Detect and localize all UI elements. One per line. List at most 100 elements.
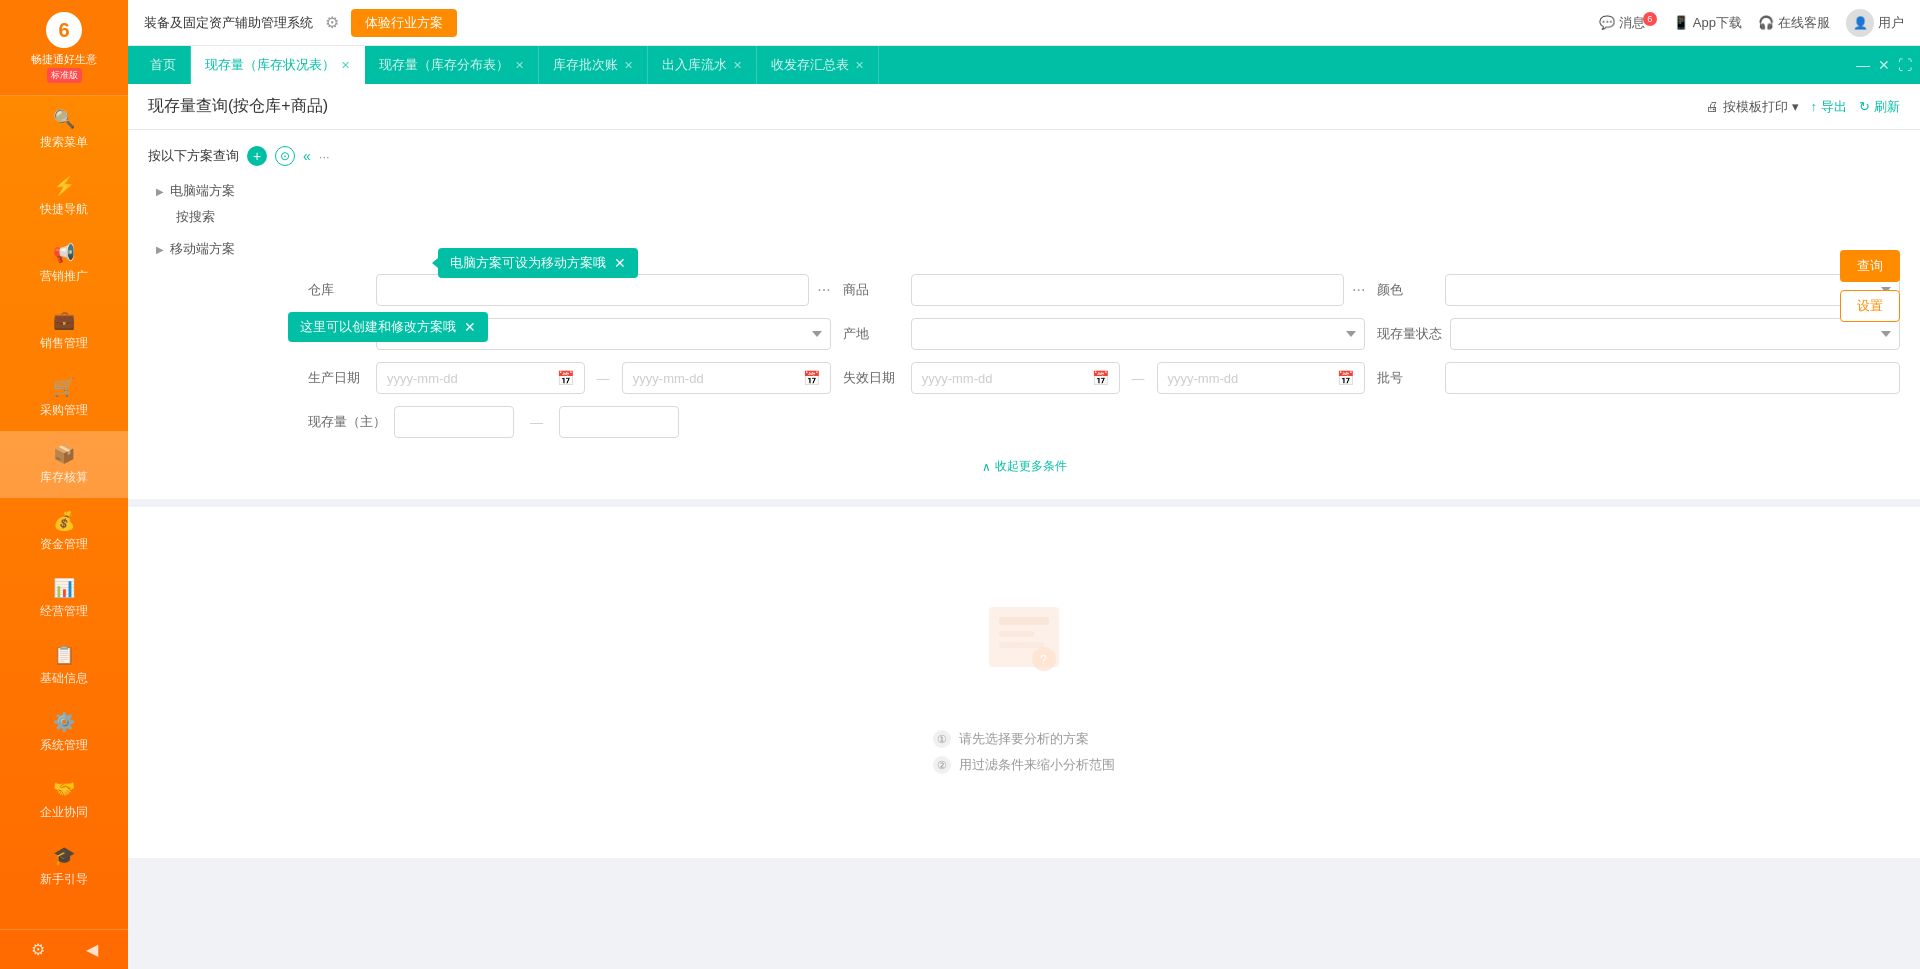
export-btn[interactable]: ↑ 导出: [1811, 98, 1848, 116]
industry-btn[interactable]: 体验行业方案: [351, 9, 457, 37]
tab-summary-close[interactable]: ✕: [855, 59, 864, 72]
refresh-btn[interactable]: ↻ 刷新: [1859, 98, 1900, 116]
online-service-btn[interactable]: 🎧 在线客服: [1758, 14, 1830, 32]
filter-add-btn[interactable]: +: [247, 146, 267, 166]
empty-steps: ① 请先选择要分析的方案 ② 用过滤条件来缩小分析范围: [933, 726, 1115, 778]
sidebar-item-quicknav[interactable]: ⚡ 快捷导航: [0, 163, 128, 230]
scheme-pc[interactable]: ▶ 电脑端方案: [156, 178, 1900, 204]
print-btn[interactable]: 🖨 按模板打印 ▾: [1706, 98, 1799, 116]
filter-group-warehouse: 仓库 ···: [308, 274, 831, 306]
scheme-tooltip-1-close[interactable]: ✕: [614, 255, 626, 271]
phone-icon: 📱: [1673, 15, 1689, 30]
page-actions: 🖨 按模板打印 ▾ ↑ 导出 ↻ 刷新: [1706, 98, 1901, 116]
production-date-input[interactable]: yyyy-mm-dd 📅: [376, 362, 585, 394]
logo-icon: 6: [46, 12, 82, 48]
sidebar-item-search[interactable]: 🔍 搜索菜单: [0, 96, 128, 163]
user-menu-btn[interactable]: 👤 用户: [1846, 9, 1904, 37]
production-date-icon: 📅: [557, 370, 574, 386]
tab-batch-close[interactable]: ✕: [624, 59, 633, 72]
quicknav-icon: ⚡: [53, 175, 75, 197]
expiry-date-input[interactable]: yyyy-mm-dd 📅: [911, 362, 1120, 394]
filter-group-color: 颜色: [1377, 274, 1900, 306]
scheme-tooltip-2-close[interactable]: ✕: [464, 319, 476, 335]
expiry-date-label: 失效日期: [843, 369, 903, 387]
goods-input[interactable]: [911, 274, 1344, 306]
inventory-icon: 📦: [53, 443, 75, 465]
tab-stock-dist-close[interactable]: ✕: [515, 59, 524, 72]
sidebar-item-basicinfo[interactable]: 📋 基础信息: [0, 632, 128, 699]
filter-copy-btn[interactable]: ⊙: [275, 146, 295, 166]
sidebar-item-management-label: 经营管理: [40, 603, 88, 620]
scheme-pc-search[interactable]: 按搜索: [176, 204, 1900, 230]
notification-icon: 💬: [1599, 15, 1615, 30]
origin-select[interactable]: [911, 318, 1366, 350]
reset-btn[interactable]: 设置: [1840, 290, 1900, 322]
sidebar-settings-btn[interactable]: ⚙: [31, 940, 45, 959]
tabbar: 首页 现存量（库存状况表） ✕ 现存量（库存分布表） ✕ 库存批次账 ✕ 出入库…: [128, 46, 1920, 84]
scheme-mobile[interactable]: ▶ 移动端方案: [156, 236, 1900, 262]
sidebar-item-guide[interactable]: 🎓 新手引导: [0, 833, 128, 900]
step-2-num: ②: [933, 756, 951, 774]
search-btn[interactable]: 查询: [1840, 250, 1900, 282]
filter-row-1: 仓库 ··· 商品 ··· 颜色: [308, 274, 1900, 306]
scheme-tree: ▶ 电脑端方案 按搜索 ▶ 移动端方案: [148, 178, 1900, 262]
tab-stock-status-close[interactable]: ✕: [341, 59, 350, 72]
system-name: 装备及固定资产辅助管理系统: [144, 14, 313, 32]
sidebar-item-inventory-label: 库存核算: [40, 469, 88, 486]
sidebar-item-system[interactable]: ⚙️ 系统管理: [0, 699, 128, 766]
notification-btn[interactable]: 💬 消息 6: [1599, 14, 1657, 32]
filter-group-batch-no: 批号: [1377, 362, 1900, 394]
warehouse-dots[interactable]: ···: [817, 281, 830, 299]
batch-no-input[interactable]: [1445, 362, 1900, 394]
page-content: 现存量查询(按仓库+商品) 🖨 按模板打印 ▾ ↑ 导出 ↻ 刷新: [128, 84, 1920, 969]
tab-expand-btn[interactable]: ⛶: [1898, 57, 1912, 73]
sidebar-item-finance[interactable]: 💰 资金管理: [0, 498, 128, 565]
tab-minimize-btn[interactable]: —: [1856, 57, 1870, 73]
filter-label: 按以下方案查询: [148, 147, 239, 165]
svg-text:?: ?: [1040, 653, 1047, 667]
sidebar-collapse-btn[interactable]: ◀: [86, 940, 98, 959]
settings-icon[interactable]: ⚙: [325, 13, 339, 32]
tab-stock-status[interactable]: 现存量（库存状况表） ✕: [191, 46, 365, 84]
sidebar-item-inventory[interactable]: 📦 库存核算: [0, 431, 128, 498]
tab-close-all-btn[interactable]: ✕: [1878, 57, 1890, 73]
filter-more-btn[interactable]: ···: [319, 149, 330, 164]
warehouse-input[interactable]: [376, 274, 809, 306]
filter-back-btn[interactable]: «: [303, 148, 311, 164]
production-date-end-placeholder: yyyy-mm-dd: [633, 371, 704, 386]
filter-section: 按以下方案查询 + ⊙ « ··· 电脑方案可设为移动方案哦 ✕ ▶ 电脑端方案: [128, 130, 1920, 499]
tab-stock-dist[interactable]: 现存量（库存分布表） ✕: [365, 46, 539, 84]
print-dropdown-icon: ▾: [1792, 99, 1799, 114]
expiry-date-placeholder: yyyy-mm-dd: [922, 371, 993, 386]
warehouse-label: 仓库: [308, 281, 368, 299]
production-date-placeholder: yyyy-mm-dd: [387, 371, 458, 386]
sidebar-item-purchase-label: 采购管理: [40, 402, 88, 419]
stock-status-label: 现存量状态: [1377, 325, 1442, 343]
tab-summary[interactable]: 收发存汇总表 ✕: [757, 46, 879, 84]
production-date-input-end[interactable]: yyyy-mm-dd 📅: [622, 362, 831, 394]
refresh-icon: ↻: [1859, 99, 1870, 114]
sidebar-item-sales[interactable]: 💼 销售管理: [0, 297, 128, 364]
export-icon: ↑: [1811, 99, 1818, 114]
tab-inout-flow-close[interactable]: ✕: [733, 59, 742, 72]
collapse-filter-btn[interactable]: ∧ 收起更多条件: [148, 450, 1900, 483]
stock-status-select[interactable]: [1450, 318, 1900, 350]
tab-batch[interactable]: 库存批次账 ✕: [539, 46, 648, 84]
expiry-date-input-end[interactable]: yyyy-mm-dd 📅: [1157, 362, 1366, 394]
tab-window-buttons: — ✕ ⛶: [1856, 57, 1912, 73]
sidebar: 6 畅捷通好生意 标准版 🔍 搜索菜单 ⚡ 快捷导航 📢 营销推广 💼 销售管理…: [0, 0, 128, 969]
color-select[interactable]: [1445, 274, 1900, 306]
stock-main-input-from[interactable]: [394, 406, 514, 438]
sidebar-item-management[interactable]: 📊 经营管理: [0, 565, 128, 632]
tab-home[interactable]: 首页: [136, 46, 191, 84]
sidebar-item-purchase[interactable]: 🛒 采购管理: [0, 364, 128, 431]
sidebar-item-marketing[interactable]: 📢 营销推广: [0, 230, 128, 297]
tab-inout-flow[interactable]: 出入库流水 ✕: [648, 46, 757, 84]
goods-dots[interactable]: ···: [1352, 281, 1365, 299]
sidebar-item-guide-label: 新手引导: [40, 871, 88, 888]
stock-main-input-to[interactable]: [559, 406, 679, 438]
app-download-btn[interactable]: 📱 App下载: [1673, 14, 1742, 32]
sidebar-item-finance-label: 资金管理: [40, 536, 88, 553]
sidebar-item-cooperation[interactable]: 🤝 企业协同: [0, 766, 128, 833]
search-icon: 🔍: [53, 108, 75, 130]
